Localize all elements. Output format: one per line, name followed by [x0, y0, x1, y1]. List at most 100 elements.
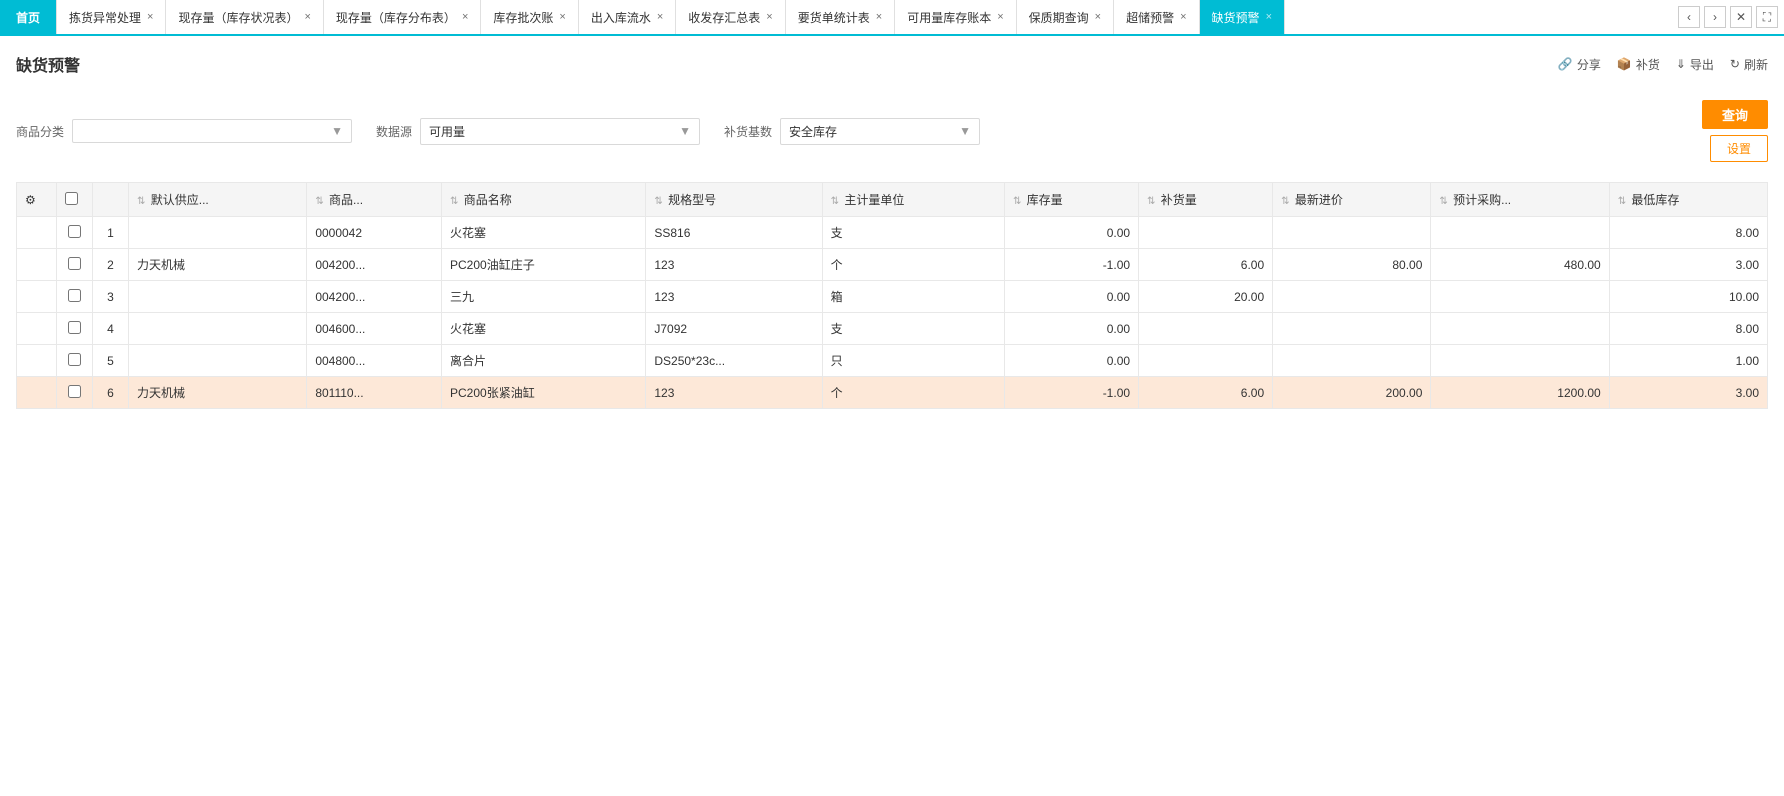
share-action[interactable]: 🔗 分享: [1558, 56, 1601, 73]
tab-10[interactable]: 超储预警 ×: [1114, 0, 1199, 34]
row-checkbox-cell-2[interactable]: [57, 281, 93, 313]
datasource-select[interactable]: 可用量 ▼: [420, 118, 700, 145]
tab-8-close[interactable]: ×: [997, 11, 1003, 23]
row-gear-1[interactable]: [17, 249, 57, 281]
datasource-label: 数据源: [376, 123, 412, 140]
tab-3[interactable]: 现存量（库存分布表） ×: [324, 0, 481, 34]
row-code-2: 004200...: [307, 281, 442, 313]
col-default-supplier[interactable]: ⇅ 默认供应...: [129, 183, 307, 217]
row-name-5: PC200张紧油缸: [442, 377, 646, 409]
tab-7-close[interactable]: ×: [876, 11, 882, 23]
settings-button[interactable]: 设置: [1710, 135, 1768, 162]
sort-icon-6: ⇅: [1013, 196, 1021, 207]
header-actions: 🔗 分享 📦 补货 ⇓ 导出 ↻ 刷新: [1558, 56, 1768, 73]
table-row: 4 004600... 火花塞 J7092 支 0.00 8.00: [17, 313, 1768, 345]
row-checkbox-1[interactable]: [68, 257, 81, 270]
tab-3-close[interactable]: ×: [462, 11, 468, 23]
row-stock-2: 0.00: [1004, 281, 1138, 313]
row-min-stock-3: 8.00: [1609, 313, 1767, 345]
col-latest-price[interactable]: ⇅ 最新进价: [1273, 183, 1431, 217]
row-latest-price-5: 200.00: [1273, 377, 1431, 409]
tab-8[interactable]: 可用量库存账本 ×: [895, 0, 1016, 34]
row-stock-3: 0.00: [1004, 313, 1138, 345]
row-min-stock-0: 8.00: [1609, 217, 1767, 249]
row-checkbox-3[interactable]: [68, 321, 81, 334]
restock-base-select[interactable]: 安全库存 ▼: [780, 118, 980, 145]
row-checkbox-5[interactable]: [68, 385, 81, 398]
col-spec[interactable]: ⇅ 规格型号: [646, 183, 822, 217]
restock-action[interactable]: 📦 补货: [1617, 56, 1660, 73]
tab-1-close[interactable]: ×: [147, 11, 153, 23]
row-name-1: PC200油缸庄子: [442, 249, 646, 281]
tab-11[interactable]: 缺货预警 ×: [1200, 0, 1285, 34]
row-checkbox-cell-5[interactable]: [57, 377, 93, 409]
tab-9[interactable]: 保质期查询 ×: [1017, 0, 1114, 34]
row-gear-4[interactable]: [17, 345, 57, 377]
filter-actions: 查询 设置: [1702, 100, 1768, 162]
col-unit[interactable]: ⇅ 主计量单位: [822, 183, 1004, 217]
tab-5[interactable]: 出入库流水 ×: [579, 0, 676, 34]
col-min-stock[interactable]: ⇅ 最低库存: [1609, 183, 1767, 217]
row-min-stock-5: 3.00: [1609, 377, 1767, 409]
row-unit-2: 箱: [822, 281, 1004, 313]
tab-1[interactable]: 拣货异常处理 ×: [57, 0, 166, 34]
col-gear[interactable]: ⚙: [17, 183, 57, 217]
tab-close-all-btn[interactable]: ✕: [1730, 6, 1752, 28]
row-checkbox-cell-1[interactable]: [57, 249, 93, 281]
refresh-action[interactable]: ↻ 刷新: [1730, 56, 1768, 73]
tab-11-close[interactable]: ×: [1266, 11, 1272, 23]
tab-6-close[interactable]: ×: [766, 11, 772, 23]
table-row: 1 0000042 火花塞 SS816 支 0.00 8.00: [17, 217, 1768, 249]
export-action[interactable]: ⇓ 导出: [1676, 56, 1714, 73]
tab-prev-btn[interactable]: ‹: [1678, 6, 1700, 28]
row-gear-0[interactable]: [17, 217, 57, 249]
col-product-name[interactable]: ⇅ 商品名称: [442, 183, 646, 217]
sort-icon-8: ⇅: [1281, 196, 1289, 207]
tab-4[interactable]: 库存批次账 ×: [481, 0, 578, 34]
row-checkbox-0[interactable]: [68, 225, 81, 238]
data-table: ⚙ ⇅ 默认供应... ⇅ 商品... ⇅ 商品名称: [16, 182, 1768, 409]
row-restock-5: 6.00: [1139, 377, 1273, 409]
row-gear-2[interactable]: [17, 281, 57, 313]
row-checkbox-2[interactable]: [68, 289, 81, 302]
row-latest-price-1: 80.00: [1273, 249, 1431, 281]
tab-next-btn[interactable]: ›: [1704, 6, 1726, 28]
share-icon: 🔗: [1558, 57, 1573, 71]
row-gear-3[interactable]: [17, 313, 57, 345]
col-product-code[interactable]: ⇅ 商品...: [307, 183, 442, 217]
row-estimated-0: [1431, 217, 1609, 249]
datasource-arrow: ▼: [679, 124, 691, 138]
tab-4-close[interactable]: ×: [559, 11, 565, 23]
row-name-0: 火花塞: [442, 217, 646, 249]
tab-home[interactable]: 首页: [0, 0, 57, 34]
row-unit-0: 支: [822, 217, 1004, 249]
row-restock-1: 6.00: [1139, 249, 1273, 281]
tab-10-close[interactable]: ×: [1180, 11, 1186, 23]
row-checkbox-cell-0[interactable]: [57, 217, 93, 249]
select-all-checkbox[interactable]: [65, 192, 78, 205]
sort-icon-5: ⇅: [831, 196, 839, 207]
row-checkbox-cell-3[interactable]: [57, 313, 93, 345]
row-spec-2: 123: [646, 281, 822, 313]
row-checkbox-cell-4[interactable]: [57, 345, 93, 377]
query-button[interactable]: 查询: [1702, 100, 1768, 129]
tab-2-close[interactable]: ×: [304, 11, 310, 23]
col-select-all[interactable]: [57, 183, 93, 217]
tab-2[interactable]: 现存量（库存状况表） ×: [166, 0, 323, 34]
row-gear-5[interactable]: [17, 377, 57, 409]
sort-icon-7: ⇅: [1147, 196, 1155, 207]
tab-5-close[interactable]: ×: [657, 11, 663, 23]
tab-9-close[interactable]: ×: [1095, 11, 1101, 23]
col-estimated-purchase[interactable]: ⇅ 预计采购...: [1431, 183, 1609, 217]
tab-6[interactable]: 收发存汇总表 ×: [676, 0, 785, 34]
col-restock-qty[interactable]: ⇅ 补货量: [1139, 183, 1273, 217]
col-stock[interactable]: ⇅ 库存量: [1004, 183, 1138, 217]
category-select[interactable]: ▼: [72, 119, 352, 143]
row-checkbox-4[interactable]: [68, 353, 81, 366]
tab-7[interactable]: 要货单统计表 ×: [786, 0, 895, 34]
tab-expand-btn[interactable]: ⛶: [1756, 6, 1778, 28]
row-spec-5: 123: [646, 377, 822, 409]
row-min-stock-4: 1.00: [1609, 345, 1767, 377]
row-code-1: 004200...: [307, 249, 442, 281]
row-unit-3: 支: [822, 313, 1004, 345]
